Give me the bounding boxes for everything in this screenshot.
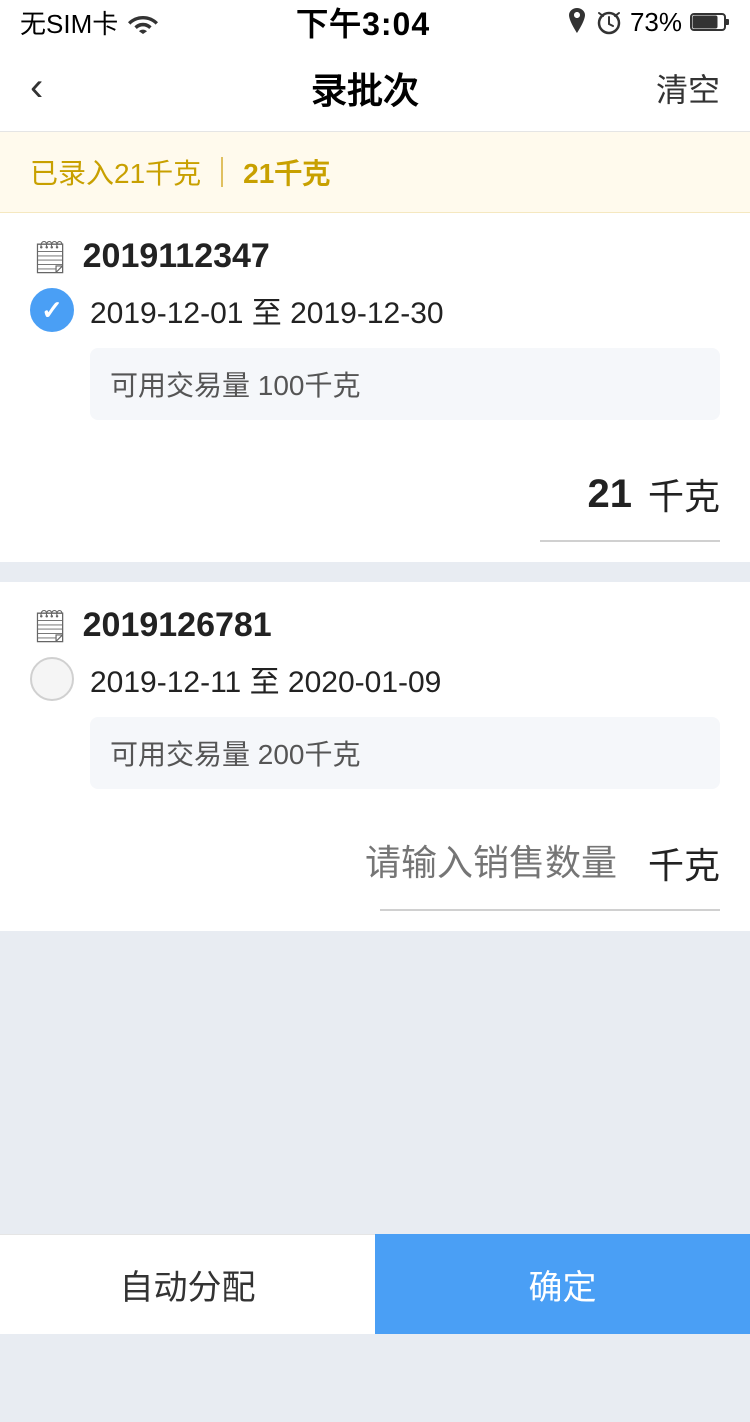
available-qty-box-1: 可用交易量 100千克 xyxy=(90,348,720,420)
alarm-icon xyxy=(596,8,622,36)
battery-text: 73% xyxy=(630,7,682,38)
page-title: 录批次 xyxy=(311,62,419,114)
amount-unit-1: 千克 xyxy=(648,468,720,520)
info-divider xyxy=(221,157,223,187)
battery-icon xyxy=(690,11,730,33)
batch-id-icon-1: 🗒 xyxy=(30,238,71,276)
batch-header-1: 🗒 2019112347 xyxy=(30,237,720,276)
batch-item-1: 🗒 2019112347 2019-12-01 至 2019-12-30 可用交… xyxy=(0,213,750,448)
batch-checkbox-2[interactable] xyxy=(30,657,74,701)
back-button[interactable]: ‹ xyxy=(30,65,90,110)
input-row-2: 千克 xyxy=(0,817,750,909)
nav-bar: ‹ 录批次 清空 xyxy=(0,44,750,132)
amount-value-1: 21 xyxy=(587,472,632,517)
bottom-bar: 自动分配 确定 xyxy=(0,1234,750,1334)
batch-card-2: 🗒 2019126781 2019-12-11 至 2020-01-09 可用交… xyxy=(0,582,750,931)
section-divider xyxy=(0,562,750,582)
input-unit-2: 千克 xyxy=(648,837,720,889)
status-right: 73% xyxy=(566,7,730,38)
batch-checkbox-1[interactable] xyxy=(30,288,74,332)
empty-area xyxy=(0,931,750,1422)
batch-item-2: 🗒 2019126781 2019-12-11 至 2020-01-09 可用交… xyxy=(0,582,750,817)
batch-id-icon-2: 🗒 xyxy=(30,607,71,645)
wifi-icon xyxy=(126,10,160,34)
no-sim-text: 无SIM卡 xyxy=(20,4,118,41)
confirm-button[interactable]: 确定 xyxy=(375,1234,750,1334)
available-qty-box-2: 可用交易量 200千克 xyxy=(90,717,720,789)
batch-date-1: 2019-12-01 至 2019-12-30 xyxy=(90,288,444,332)
batch-date-row-1: 2019-12-01 至 2019-12-30 xyxy=(30,288,720,332)
recorded-value: 21千克 xyxy=(243,152,330,192)
batch-header-2: 🗒 2019126781 xyxy=(30,606,720,645)
status-bar: 无SIM卡 下午3:04 73% xyxy=(0,0,750,44)
batch-date-row-2: 2019-12-11 至 2020-01-09 xyxy=(30,657,720,701)
batch-id-2: 2019126781 xyxy=(83,606,272,645)
location-icon xyxy=(566,8,588,36)
batch-card-1: 🗒 2019112347 2019-12-01 至 2019-12-30 可用交… xyxy=(0,213,750,562)
batch-date-2: 2019-12-11 至 2020-01-09 xyxy=(90,657,441,701)
status-left: 无SIM卡 xyxy=(20,4,160,41)
qty-input-2[interactable] xyxy=(292,842,632,884)
info-bar: 已录入21千克 21千克 xyxy=(0,132,750,213)
auto-distribute-button[interactable]: 自动分配 xyxy=(0,1234,375,1334)
amount-row-1: 21 千克 xyxy=(0,448,750,540)
clear-button[interactable]: 清空 xyxy=(640,65,720,111)
status-time: 下午3:04 xyxy=(296,0,430,45)
recorded-label: 已录入21千克 xyxy=(30,152,201,192)
batch-id-1: 2019112347 xyxy=(83,237,270,276)
